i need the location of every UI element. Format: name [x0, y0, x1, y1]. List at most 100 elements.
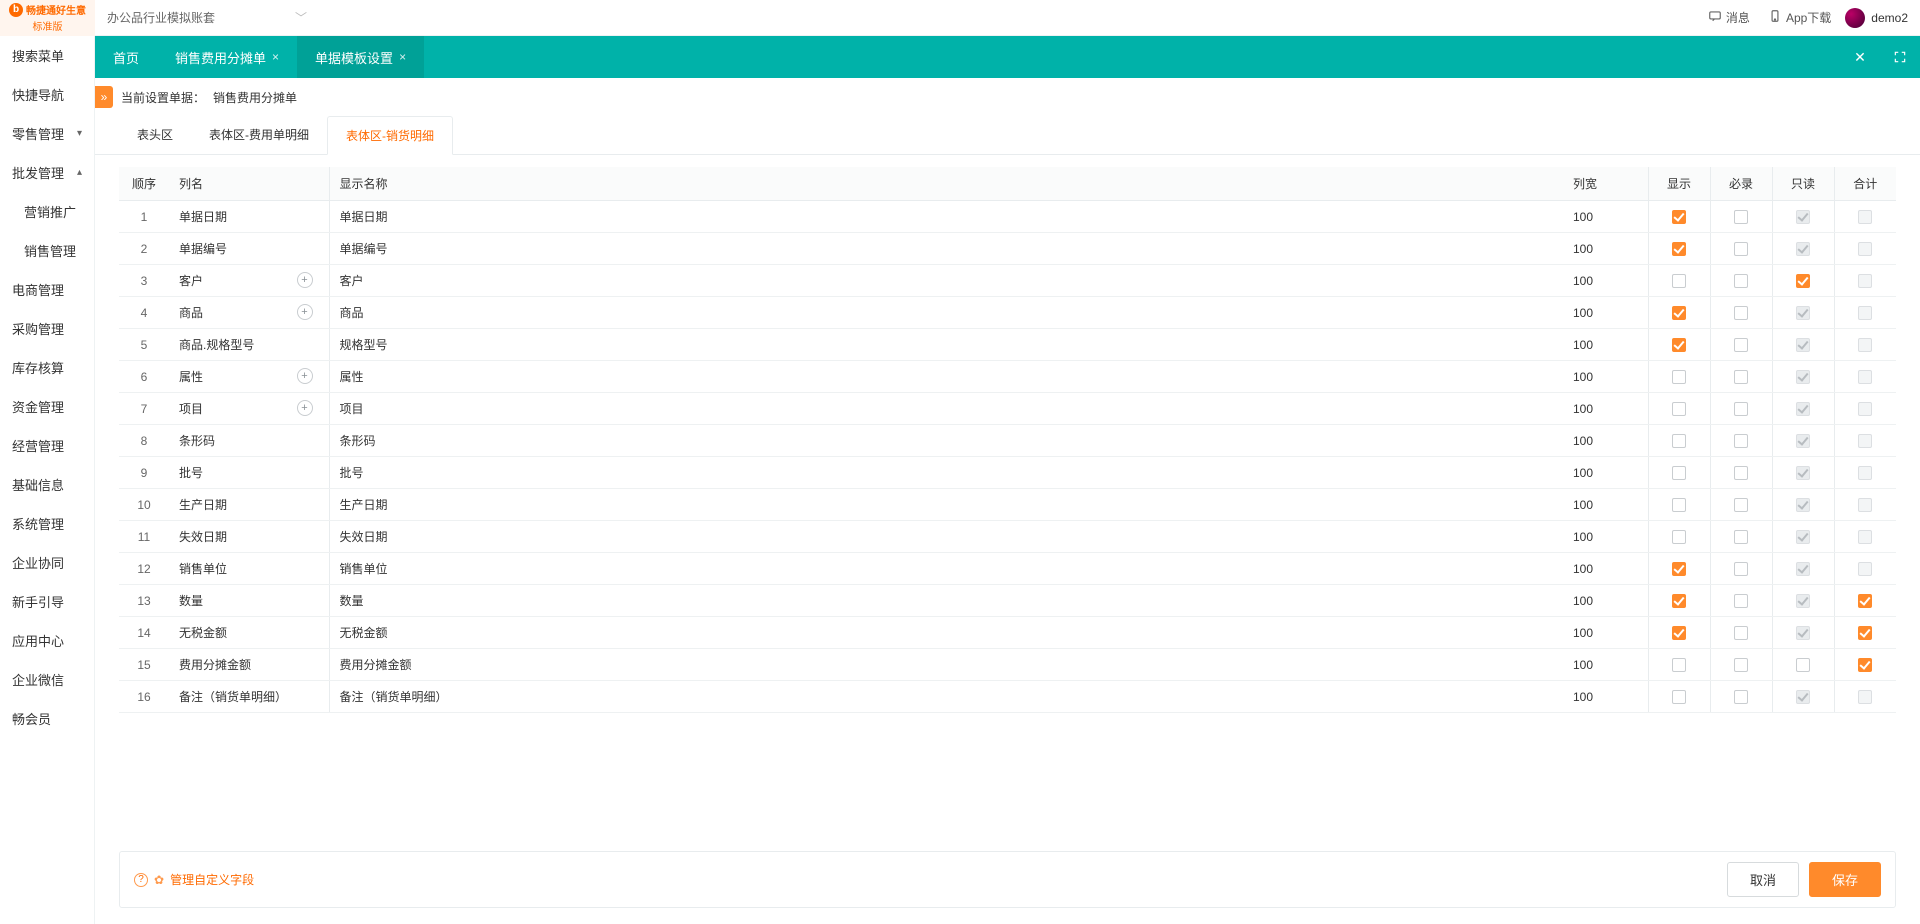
- expand-icon[interactable]: +: [297, 368, 313, 384]
- checkbox[interactable]: [1858, 626, 1872, 640]
- cell-dispname[interactable]: 销售单位: [329, 553, 1563, 585]
- checkbox[interactable]: [1672, 594, 1686, 608]
- sidebar-item[interactable]: 企业协同: [0, 543, 94, 582]
- cell-dispname[interactable]: 数量: [329, 585, 1563, 617]
- sidebar-item[interactable]: 营销推广: [0, 192, 94, 231]
- account-selector[interactable]: 办公品行业模拟账套 ﹀: [107, 9, 307, 26]
- checkbox[interactable]: [1672, 338, 1686, 352]
- cell-dispname[interactable]: 生产日期: [329, 489, 1563, 521]
- save-button[interactable]: 保存: [1809, 862, 1881, 897]
- checkbox[interactable]: [1734, 402, 1748, 416]
- checkbox[interactable]: [1734, 274, 1748, 288]
- subtab[interactable]: 表体区-销货明细: [327, 116, 453, 155]
- checkbox[interactable]: [1734, 210, 1748, 224]
- checkbox[interactable]: [1734, 562, 1748, 576]
- cell-dispname[interactable]: 单据日期: [329, 201, 1563, 233]
- cell-dispname[interactable]: 费用分摊金额: [329, 649, 1563, 681]
- checkbox[interactable]: [1734, 242, 1748, 256]
- tab[interactable]: 首页: [95, 36, 157, 78]
- cell-dispname[interactable]: 商品: [329, 297, 1563, 329]
- checkbox[interactable]: [1672, 690, 1686, 704]
- sidebar-item[interactable]: 新手引导: [0, 582, 94, 621]
- checkbox[interactable]: [1672, 626, 1686, 640]
- tab[interactable]: 单据模板设置×: [297, 36, 424, 78]
- expand-icon[interactable]: +: [297, 272, 313, 288]
- cell-dispname[interactable]: 无税金额: [329, 617, 1563, 649]
- avatar[interactable]: [1845, 8, 1865, 28]
- sidebar-item[interactable]: 快捷导航: [0, 75, 94, 114]
- subtab[interactable]: 表头区: [119, 116, 191, 154]
- cell-width[interactable]: 100: [1563, 617, 1648, 649]
- checkbox[interactable]: [1858, 594, 1872, 608]
- tabs-close-all-button[interactable]: ✕: [1840, 36, 1880, 78]
- checkbox[interactable]: [1672, 658, 1686, 672]
- cell-width[interactable]: 100: [1563, 297, 1648, 329]
- sidebar-item[interactable]: 销售管理: [0, 231, 94, 270]
- cell-dispname[interactable]: 客户: [329, 265, 1563, 297]
- cancel-button[interactable]: 取消: [1727, 862, 1799, 897]
- sidebar-item[interactable]: 资金管理: [0, 387, 94, 426]
- fullscreen-button[interactable]: [1880, 36, 1920, 78]
- sidebar-item[interactable]: 批发管理▴: [0, 153, 94, 192]
- checkbox[interactable]: [1734, 434, 1748, 448]
- checkbox[interactable]: [1734, 306, 1748, 320]
- cell-width[interactable]: 100: [1563, 553, 1648, 585]
- sidebar-item[interactable]: 系统管理: [0, 504, 94, 543]
- close-icon[interactable]: ×: [399, 50, 406, 64]
- sidebar-item[interactable]: 采购管理: [0, 309, 94, 348]
- sidebar-item[interactable]: 应用中心: [0, 621, 94, 660]
- checkbox[interactable]: [1734, 498, 1748, 512]
- checkbox[interactable]: [1734, 690, 1748, 704]
- sidebar-item[interactable]: 电商管理: [0, 270, 94, 309]
- checkbox[interactable]: [1734, 466, 1748, 480]
- subtab[interactable]: 表体区-费用单明细: [191, 116, 327, 154]
- checkbox[interactable]: [1796, 274, 1810, 288]
- cell-width[interactable]: 100: [1563, 329, 1648, 361]
- app-download-button[interactable]: App下载: [1768, 9, 1831, 26]
- checkbox[interactable]: [1858, 658, 1872, 672]
- cell-dispname[interactable]: 单据编号: [329, 233, 1563, 265]
- checkbox[interactable]: [1672, 434, 1686, 448]
- cell-width[interactable]: 100: [1563, 393, 1648, 425]
- cell-dispname[interactable]: 属性: [329, 361, 1563, 393]
- cell-width[interactable]: 100: [1563, 457, 1648, 489]
- checkbox[interactable]: [1672, 562, 1686, 576]
- cell-dispname[interactable]: 备注（销货单明细）: [329, 681, 1563, 713]
- cell-dispname[interactable]: 项目: [329, 393, 1563, 425]
- checkbox[interactable]: [1672, 274, 1686, 288]
- sidebar-item[interactable]: 搜索菜单: [0, 36, 94, 75]
- checkbox[interactable]: [1672, 402, 1686, 416]
- sidebar-item[interactable]: 企业微信: [0, 660, 94, 699]
- checkbox[interactable]: [1734, 658, 1748, 672]
- cell-dispname[interactable]: 规格型号: [329, 329, 1563, 361]
- checkbox[interactable]: [1672, 370, 1686, 384]
- checkbox[interactable]: [1734, 370, 1748, 384]
- cell-width[interactable]: 100: [1563, 585, 1648, 617]
- collapse-toggle[interactable]: »: [95, 86, 113, 108]
- cell-width[interactable]: 100: [1563, 649, 1648, 681]
- sidebar-item[interactable]: 基础信息: [0, 465, 94, 504]
- manage-custom-fields-link[interactable]: ? ✿ 管理自定义字段: [134, 871, 254, 888]
- cell-width[interactable]: 100: [1563, 265, 1648, 297]
- sidebar-item[interactable]: 零售管理▾: [0, 114, 94, 153]
- cell-width[interactable]: 100: [1563, 521, 1648, 553]
- sidebar-item[interactable]: 库存核算: [0, 348, 94, 387]
- sidebar-item[interactable]: 畅会员: [0, 699, 94, 738]
- username[interactable]: demo2: [1871, 11, 1908, 25]
- cell-dispname[interactable]: 条形码: [329, 425, 1563, 457]
- messages-button[interactable]: 消息: [1708, 9, 1750, 26]
- expand-icon[interactable]: +: [297, 400, 313, 416]
- checkbox[interactable]: [1672, 306, 1686, 320]
- checkbox[interactable]: [1672, 466, 1686, 480]
- cell-width[interactable]: 100: [1563, 425, 1648, 457]
- cell-dispname[interactable]: 失效日期: [329, 521, 1563, 553]
- cell-width[interactable]: 100: [1563, 489, 1648, 521]
- checkbox[interactable]: [1796, 658, 1810, 672]
- cell-width[interactable]: 100: [1563, 201, 1648, 233]
- cell-width[interactable]: 100: [1563, 233, 1648, 265]
- cell-width[interactable]: 100: [1563, 361, 1648, 393]
- checkbox[interactable]: [1734, 594, 1748, 608]
- close-icon[interactable]: ×: [272, 50, 279, 64]
- checkbox[interactable]: [1734, 626, 1748, 640]
- expand-icon[interactable]: +: [297, 304, 313, 320]
